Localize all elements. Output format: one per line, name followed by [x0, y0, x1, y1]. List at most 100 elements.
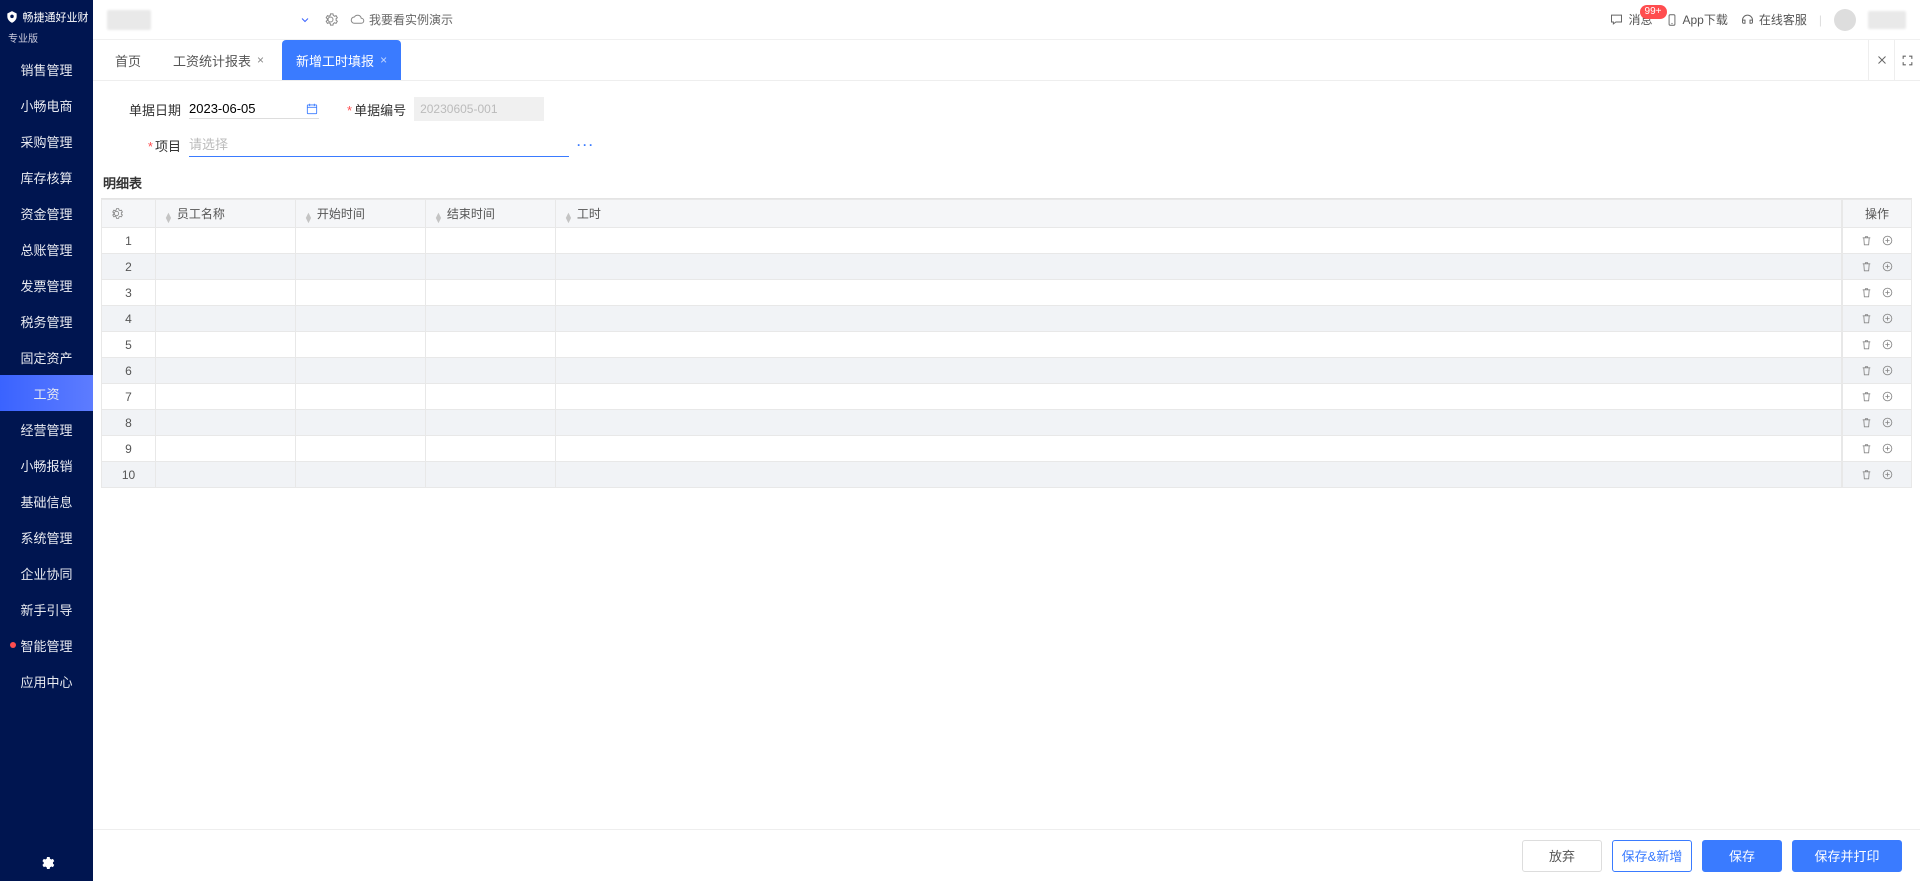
cell-start[interactable] [296, 410, 426, 436]
cell-hours[interactable] [556, 436, 1842, 462]
add-row-button[interactable] [1881, 260, 1894, 273]
tab[interactable]: 新增工时填报× [282, 40, 401, 80]
cell-employee[interactable] [156, 280, 296, 306]
delete-row-button[interactable] [1860, 286, 1873, 299]
project-picker-button[interactable]: ··· [577, 138, 595, 152]
delete-row-button[interactable] [1860, 442, 1873, 455]
sidebar-item[interactable]: 企业协同 [0, 555, 93, 591]
cell-end[interactable] [426, 436, 556, 462]
message-button[interactable]: 消息 99+ [1609, 11, 1652, 28]
cell-end[interactable] [426, 410, 556, 436]
delete-row-button[interactable] [1860, 312, 1873, 325]
delete-row-button[interactable] [1860, 234, 1873, 247]
sidebar-item[interactable]: 应用中心 [0, 663, 93, 699]
sidebar-item[interactable]: 新手引导 [0, 591, 93, 627]
table-row[interactable]: 6 [102, 358, 1842, 384]
cell-end[interactable] [426, 332, 556, 358]
cell-end[interactable] [426, 384, 556, 410]
cell-employee[interactable] [156, 436, 296, 462]
cell-employee[interactable] [156, 332, 296, 358]
cell-hours[interactable] [556, 228, 1842, 254]
close-icon[interactable]: × [380, 53, 387, 67]
table-row[interactable]: 2 [102, 254, 1842, 280]
add-row-button[interactable] [1881, 364, 1894, 377]
save-and-new-button[interactable]: 保存&新增 [1612, 840, 1692, 872]
cell-end[interactable] [426, 254, 556, 280]
cell-employee[interactable] [156, 358, 296, 384]
cell-start[interactable] [296, 306, 426, 332]
chevron-down-icon[interactable] [299, 14, 311, 26]
sidebar-settings[interactable] [0, 845, 93, 881]
cell-end[interactable] [426, 306, 556, 332]
cell-employee[interactable] [156, 410, 296, 436]
add-row-button[interactable] [1881, 442, 1894, 455]
cell-start[interactable] [296, 254, 426, 280]
add-row-button[interactable] [1881, 338, 1894, 351]
cell-hours[interactable] [556, 306, 1842, 332]
delete-row-button[interactable] [1860, 416, 1873, 429]
cell-end[interactable] [426, 358, 556, 384]
sidebar-item[interactable]: 资金管理 [0, 195, 93, 231]
save-button[interactable]: 保存 [1702, 840, 1782, 872]
add-row-button[interactable] [1881, 312, 1894, 325]
table-row[interactable]: 4 [102, 306, 1842, 332]
add-row-button[interactable] [1881, 468, 1894, 481]
add-row-button[interactable] [1881, 286, 1894, 299]
table-row[interactable]: 10 [102, 462, 1842, 488]
delete-row-button[interactable] [1860, 468, 1873, 481]
cell-employee[interactable] [156, 384, 296, 410]
table-row[interactable]: 1 [102, 228, 1842, 254]
delete-row-button[interactable] [1860, 364, 1873, 377]
sidebar-item[interactable]: 总账管理 [0, 231, 93, 267]
sidebar-item[interactable]: 固定资产 [0, 339, 93, 375]
table-row[interactable]: 5 [102, 332, 1842, 358]
sidebar-item[interactable]: 智能管理 [0, 627, 93, 663]
date-value[interactable] [189, 101, 279, 116]
topbar-gear[interactable] [323, 12, 338, 27]
project-input[interactable] [189, 133, 569, 157]
close-icon[interactable]: × [257, 53, 264, 67]
add-row-button[interactable] [1881, 234, 1894, 247]
org-selector[interactable] [107, 10, 287, 30]
tab[interactable]: 工资统计报表× [159, 40, 278, 80]
table-row[interactable]: 9 [102, 436, 1842, 462]
cell-end[interactable] [426, 280, 556, 306]
cell-hours[interactable] [556, 384, 1842, 410]
cell-start[interactable] [296, 358, 426, 384]
cell-employee[interactable] [156, 462, 296, 488]
avatar[interactable] [1834, 9, 1856, 31]
fullscreen-button[interactable] [1894, 40, 1920, 80]
sidebar-item[interactable]: 采购管理 [0, 123, 93, 159]
cell-employee[interactable] [156, 306, 296, 332]
cell-start[interactable] [296, 436, 426, 462]
sidebar-item[interactable]: 销售管理 [0, 51, 93, 87]
cell-employee[interactable] [156, 228, 296, 254]
table-row[interactable]: 8 [102, 410, 1842, 436]
cell-end[interactable] [426, 228, 556, 254]
cell-hours[interactable] [556, 410, 1842, 436]
cell-start[interactable] [296, 280, 426, 306]
table-row[interactable]: 3 [102, 280, 1842, 306]
delete-row-button[interactable] [1860, 260, 1873, 273]
cell-hours[interactable] [556, 280, 1842, 306]
cell-hours[interactable] [556, 358, 1842, 384]
date-input[interactable] [189, 99, 319, 119]
cell-employee[interactable] [156, 254, 296, 280]
delete-row-button[interactable] [1860, 338, 1873, 351]
support-button[interactable]: 在线客服 [1740, 11, 1807, 28]
app-download-button[interactable]: App下载 [1665, 11, 1728, 28]
cell-hours[interactable] [556, 254, 1842, 280]
sidebar-item[interactable]: 系统管理 [0, 519, 93, 555]
sidebar-item[interactable]: 税务管理 [0, 303, 93, 339]
sidebar-item[interactable]: 小畅报销 [0, 447, 93, 483]
close-all-tabs[interactable] [1868, 40, 1894, 80]
cell-start[interactable] [296, 228, 426, 254]
add-row-button[interactable] [1881, 390, 1894, 403]
sidebar-item[interactable]: 基础信息 [0, 483, 93, 519]
cell-hours[interactable] [556, 332, 1842, 358]
col-start[interactable]: ▲▼开始时间 [296, 200, 426, 228]
col-employee[interactable]: ▲▼员工名称 [156, 200, 296, 228]
cell-start[interactable] [296, 462, 426, 488]
table-row[interactable]: 7 [102, 384, 1842, 410]
cell-start[interactable] [296, 332, 426, 358]
